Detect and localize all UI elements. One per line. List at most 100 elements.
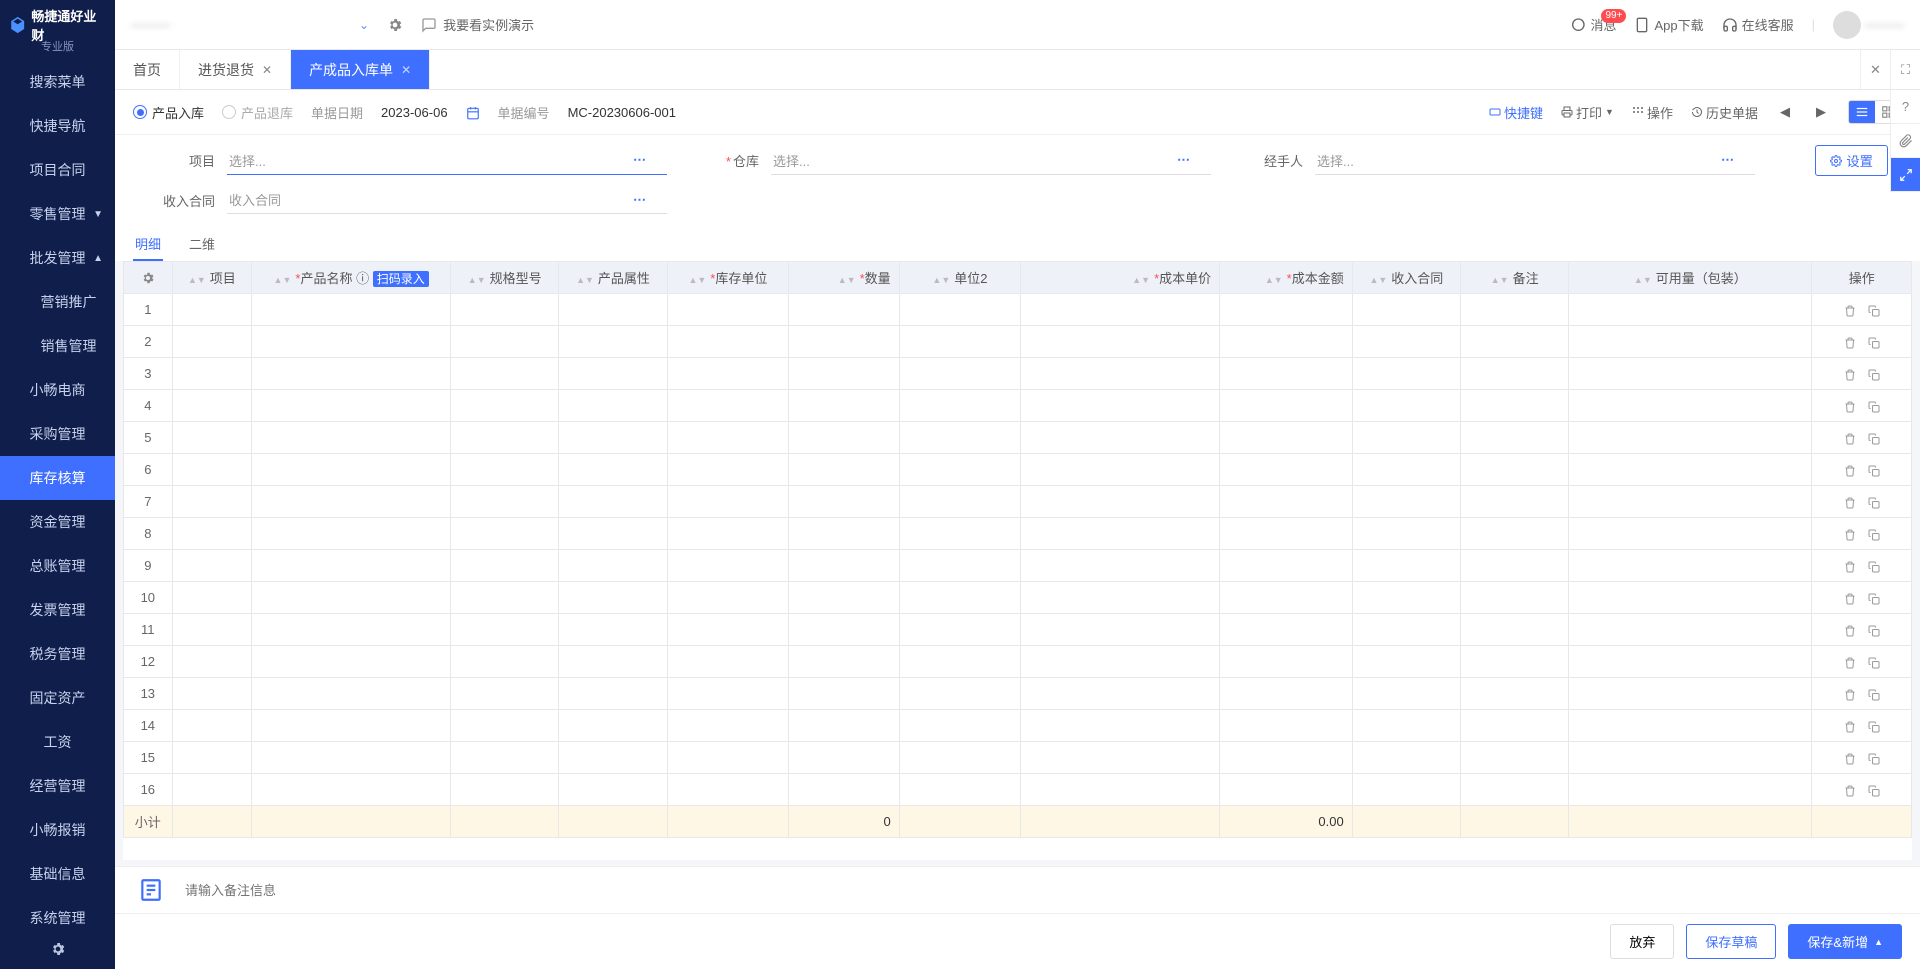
th-attr[interactable]: ▲▼产品属性 xyxy=(559,262,667,294)
sidebar-item[interactable]: 项目合同 xyxy=(0,148,115,192)
support-button[interactable]: 在线客服 xyxy=(1722,15,1794,34)
save-draft-button[interactable]: 保存草稿 xyxy=(1686,924,1776,959)
note-icon[interactable] xyxy=(133,877,169,903)
table-row[interactable]: 7 xyxy=(124,486,1912,518)
copy-row-icon[interactable] xyxy=(1867,718,1881,733)
delete-row-icon[interactable] xyxy=(1843,718,1857,733)
sidebar-item[interactable]: 小畅报销 xyxy=(0,808,115,852)
delete-row-icon[interactable] xyxy=(1843,302,1857,317)
delete-row-icon[interactable] xyxy=(1843,398,1857,413)
th-project[interactable]: ▲▼项目 xyxy=(172,262,252,294)
table-row[interactable]: 10 xyxy=(124,582,1912,614)
sidebar-item[interactable]: 营销推广 xyxy=(0,280,115,324)
company-selector[interactable]: ——— xyxy=(131,17,341,32)
th-amount[interactable]: ▲▼*成本金额 xyxy=(1220,262,1353,294)
sidebar-item[interactable]: 税务管理 xyxy=(0,632,115,676)
rail-attach-icon[interactable] xyxy=(1891,124,1920,158)
note-input[interactable] xyxy=(185,883,1902,898)
sidebar-item[interactable]: 批发管理▲ xyxy=(0,236,115,280)
save-new-button[interactable]: 保存&新增 ▲ xyxy=(1788,924,1902,959)
scan-entry-button[interactable]: 扫码录入 xyxy=(373,271,429,287)
th-price[interactable]: ▲▼*成本单价 xyxy=(1021,262,1220,294)
delete-row-icon[interactable] xyxy=(1843,462,1857,477)
tab[interactable]: 产成品入库单✕ xyxy=(291,50,430,89)
th-unit2[interactable]: ▲▼单位2 xyxy=(899,262,1021,294)
sidebar-item[interactable]: 销售管理 xyxy=(0,324,115,368)
copy-row-icon[interactable] xyxy=(1867,366,1881,381)
operations-button[interactable]: 操作 xyxy=(1632,103,1673,122)
copy-row-icon[interactable] xyxy=(1867,654,1881,669)
table-row[interactable]: 5 xyxy=(124,422,1912,454)
close-icon[interactable]: ✕ xyxy=(401,63,411,77)
gear-icon[interactable] xyxy=(387,16,403,33)
delete-row-icon[interactable] xyxy=(1843,526,1857,541)
tab-fullscreen[interactable]: ⛶ xyxy=(1890,50,1920,89)
tab[interactable]: 首页 xyxy=(115,50,180,89)
table-row[interactable]: 4 xyxy=(124,390,1912,422)
user-menu[interactable]: ——— xyxy=(1833,11,1904,39)
handler-input[interactable]: 选择...⋯ xyxy=(1315,147,1755,175)
table-row[interactable]: 2 xyxy=(124,326,1912,358)
th-spec[interactable]: ▲▼规格型号 xyxy=(451,262,559,294)
copy-row-icon[interactable] xyxy=(1867,398,1881,413)
hotkey-link[interactable]: 快捷键 xyxy=(1489,103,1543,122)
sidebar-item[interactable]: 经营管理 xyxy=(0,764,115,808)
table-row[interactable]: 15 xyxy=(124,742,1912,774)
sidebar-settings[interactable] xyxy=(0,929,115,969)
table-row[interactable]: 3 xyxy=(124,358,1912,390)
project-input[interactable]: 选择...⋯ xyxy=(227,147,667,175)
chevron-down-icon[interactable]: ⌄ xyxy=(359,18,369,32)
demo-link[interactable]: 我要看实例演示 xyxy=(421,15,534,34)
sidebar-item[interactable]: 零售管理▼ xyxy=(0,192,115,236)
more-icon[interactable]: ⋯ xyxy=(1177,152,1191,168)
delete-row-icon[interactable] xyxy=(1843,558,1857,573)
copy-row-icon[interactable] xyxy=(1867,750,1881,765)
th-unit[interactable]: ▲▼*库存单位 xyxy=(667,262,789,294)
messages-button[interactable]: 消息 99+ xyxy=(1570,15,1616,34)
tab-close-all[interactable]: ✕ xyxy=(1860,50,1890,89)
warehouse-input[interactable]: 选择...⋯ xyxy=(771,147,1211,175)
calendar-icon[interactable] xyxy=(466,104,480,120)
th-remark[interactable]: ▲▼备注 xyxy=(1461,262,1569,294)
th-product[interactable]: ▲▼*产品名称 ⓘ 扫码录入 xyxy=(252,262,451,294)
sidebar-item[interactable]: 采购管理 xyxy=(0,412,115,456)
table-row[interactable]: 14 xyxy=(124,710,1912,742)
sidebar-item[interactable]: 固定资产 xyxy=(0,676,115,720)
radio-product-in[interactable]: 产品入库 xyxy=(133,103,204,122)
delete-row-icon[interactable] xyxy=(1843,494,1857,509)
radio-product-out[interactable]: 产品退库 xyxy=(222,103,293,122)
copy-row-icon[interactable] xyxy=(1867,782,1881,797)
table-row[interactable]: 11 xyxy=(124,614,1912,646)
table-row[interactable]: 9 xyxy=(124,550,1912,582)
th-gear[interactable] xyxy=(124,262,173,294)
table-row[interactable]: 8 xyxy=(124,518,1912,550)
delete-row-icon[interactable] xyxy=(1843,750,1857,765)
table-row[interactable]: 16 xyxy=(124,774,1912,806)
delete-row-icon[interactable] xyxy=(1843,654,1857,669)
close-icon[interactable]: ✕ xyxy=(262,63,272,77)
table-row[interactable]: 6 xyxy=(124,454,1912,486)
prev-doc-icon[interactable]: ◀ xyxy=(1776,104,1794,120)
copy-row-icon[interactable] xyxy=(1867,494,1881,509)
rail-help-icon[interactable]: ? xyxy=(1891,90,1920,124)
sidebar-item[interactable]: 资金管理 xyxy=(0,500,115,544)
sidebar-item[interactable]: 基础信息 xyxy=(0,852,115,896)
more-icon[interactable]: ⋯ xyxy=(633,152,647,168)
copy-row-icon[interactable] xyxy=(1867,686,1881,701)
th-income[interactable]: ▲▼收入合同 xyxy=(1352,262,1460,294)
copy-row-icon[interactable] xyxy=(1867,622,1881,637)
income-input[interactable]: 收入合同⋯ xyxy=(227,186,667,214)
tab[interactable]: 进货退货✕ xyxy=(180,50,291,89)
history-button[interactable]: 历史单据 xyxy=(1691,103,1758,122)
date-value[interactable]: 2023-06-06 xyxy=(381,105,448,120)
sidebar-item[interactable]: 工资 xyxy=(0,720,115,764)
delete-row-icon[interactable] xyxy=(1843,590,1857,605)
table-row[interactable]: 12 xyxy=(124,646,1912,678)
copy-row-icon[interactable] xyxy=(1867,334,1881,349)
delete-row-icon[interactable] xyxy=(1843,622,1857,637)
sidebar-item[interactable]: 总账管理 xyxy=(0,544,115,588)
copy-row-icon[interactable] xyxy=(1867,430,1881,445)
view-list-icon[interactable] xyxy=(1849,101,1875,123)
sidebar-item[interactable]: 快捷导航 xyxy=(0,104,115,148)
subtab-second[interactable]: 二维 xyxy=(187,228,217,261)
